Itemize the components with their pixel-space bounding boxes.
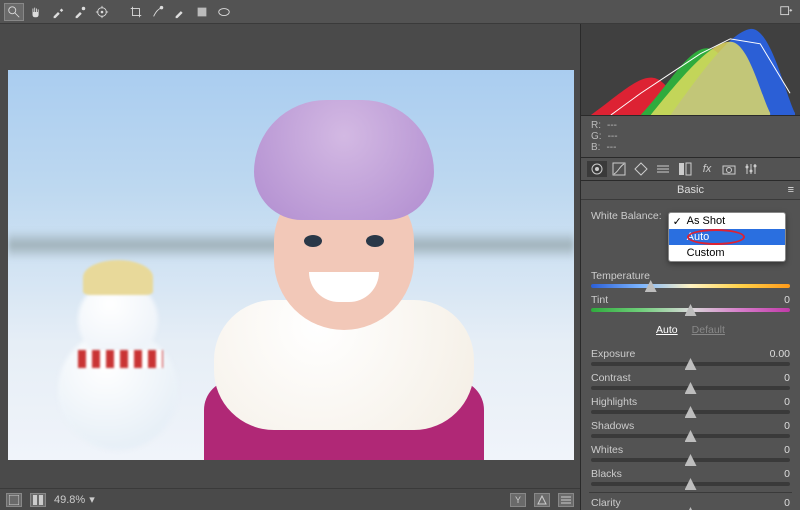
r-value: --- — [607, 120, 617, 131]
open-object-button[interactable] — [776, 3, 796, 21]
b-value: --- — [606, 142, 616, 153]
photo-subject — [194, 100, 494, 460]
gradient-rect-tool[interactable] — [192, 3, 212, 21]
clarity-label: Clarity — [591, 497, 621, 509]
zoom-value: 49.8% — [54, 494, 85, 506]
clipping-shadow-toggle[interactable]: Y — [510, 493, 526, 507]
white-balance-eyedropper-tool[interactable] — [48, 3, 68, 21]
photo-snowman — [48, 260, 188, 450]
targeted-adjust-tool[interactable] — [92, 3, 112, 21]
tab-camera-icon[interactable] — [719, 161, 739, 177]
view-grid-toggle[interactable] — [6, 493, 22, 507]
blacks-slider[interactable] — [591, 482, 790, 486]
image-viewport[interactable] — [0, 24, 580, 488]
temperature-label: Temperature — [591, 270, 650, 282]
zoom-tool[interactable] — [4, 3, 24, 21]
basic-panel-body: White Balance: ✓As Shot Auto Custom Temp… — [581, 200, 800, 510]
view-compare-toggle[interactable] — [30, 493, 46, 507]
view-options-icon[interactable] — [558, 493, 574, 507]
blacks-label: Blacks — [591, 468, 622, 480]
wb-option-custom[interactable]: Custom — [669, 245, 785, 261]
photo-preview — [8, 70, 574, 460]
auto-link[interactable]: Auto — [656, 324, 678, 336]
b-label: B: — [591, 142, 600, 153]
panel-title-text: Basic — [677, 184, 704, 196]
wb-option-as-shot[interactable]: ✓As Shot — [669, 213, 785, 229]
exposure-label: Exposure — [591, 348, 635, 360]
wb-option-auto[interactable]: Auto — [669, 229, 785, 245]
tab-split-icon[interactable] — [675, 161, 695, 177]
shadows-slider[interactable] — [591, 434, 790, 438]
panel-menu-icon[interactable]: ≡ — [788, 184, 794, 196]
tab-hsl-icon[interactable] — [653, 161, 673, 177]
highlights-value: 0 — [754, 396, 790, 408]
main-toolbar — [0, 0, 800, 24]
zoom-readout[interactable]: 49.8% ▾ — [54, 493, 95, 506]
tab-curve-icon[interactable] — [609, 161, 629, 177]
chevron-down-icon[interactable]: ▾ — [89, 493, 95, 506]
whites-value: 0 — [754, 444, 790, 456]
hand-tool[interactable] — [26, 3, 46, 21]
tint-slider[interactable] — [591, 308, 790, 312]
default-link[interactable]: Default — [692, 324, 725, 336]
status-bar: 49.8% ▾ Y — [0, 488, 580, 510]
contrast-value: 0 — [754, 372, 790, 384]
shadows-label: Shadows — [591, 420, 634, 432]
app-root: 49.8% ▾ Y R: --- — [0, 0, 800, 510]
tab-presets-icon[interactable] — [741, 161, 761, 177]
panel-tabs: fx — [581, 157, 800, 181]
crop-tool[interactable] — [126, 3, 146, 21]
shadows-value: 0 — [754, 420, 790, 432]
highlights-label: Highlights — [591, 396, 637, 408]
highlights-slider[interactable] — [591, 410, 790, 414]
clipping-highlight-toggle[interactable] — [534, 493, 550, 507]
panel-title: Basic ≡ — [581, 181, 800, 200]
temperature-slider[interactable] — [591, 284, 790, 288]
whites-label: Whites — [591, 444, 623, 456]
radial-tool[interactable] — [214, 3, 234, 21]
white-balance-menu: ✓As Shot Auto Custom — [668, 212, 786, 262]
contrast-slider[interactable] — [591, 386, 790, 390]
spot-removal-tool[interactable] — [148, 3, 168, 21]
contrast-label: Contrast — [591, 372, 631, 384]
right-panel: R:--- G:--- B:--- fx Basic ≡ Whi — [581, 24, 800, 510]
r-label: R: — [591, 120, 601, 131]
g-label: G: — [591, 131, 602, 142]
color-sampler-tool[interactable] — [70, 3, 90, 21]
tab-basic-icon[interactable] — [587, 161, 607, 177]
tint-value: 0 — [754, 294, 790, 306]
blacks-value: 0 — [754, 468, 790, 480]
tab-fx-icon[interactable]: fx — [697, 161, 717, 177]
tool-group — [4, 3, 234, 21]
exposure-slider[interactable] — [591, 362, 790, 366]
g-value: --- — [608, 131, 618, 142]
main-area: 49.8% ▾ Y R: --- — [0, 24, 800, 510]
histogram[interactable] — [581, 24, 800, 116]
tint-label: Tint — [591, 294, 608, 306]
white-balance-label: White Balance: — [591, 210, 662, 222]
whites-slider[interactable] — [591, 458, 790, 462]
canvas-area: 49.8% ▾ Y — [0, 24, 581, 510]
rgb-readout: R: --- G: --- B: --- — [581, 116, 800, 157]
exposure-value: 0.00 — [754, 348, 790, 360]
brush-tool[interactable] — [170, 3, 190, 21]
clarity-value: 0 — [754, 497, 790, 509]
tab-detail-icon[interactable] — [631, 161, 651, 177]
